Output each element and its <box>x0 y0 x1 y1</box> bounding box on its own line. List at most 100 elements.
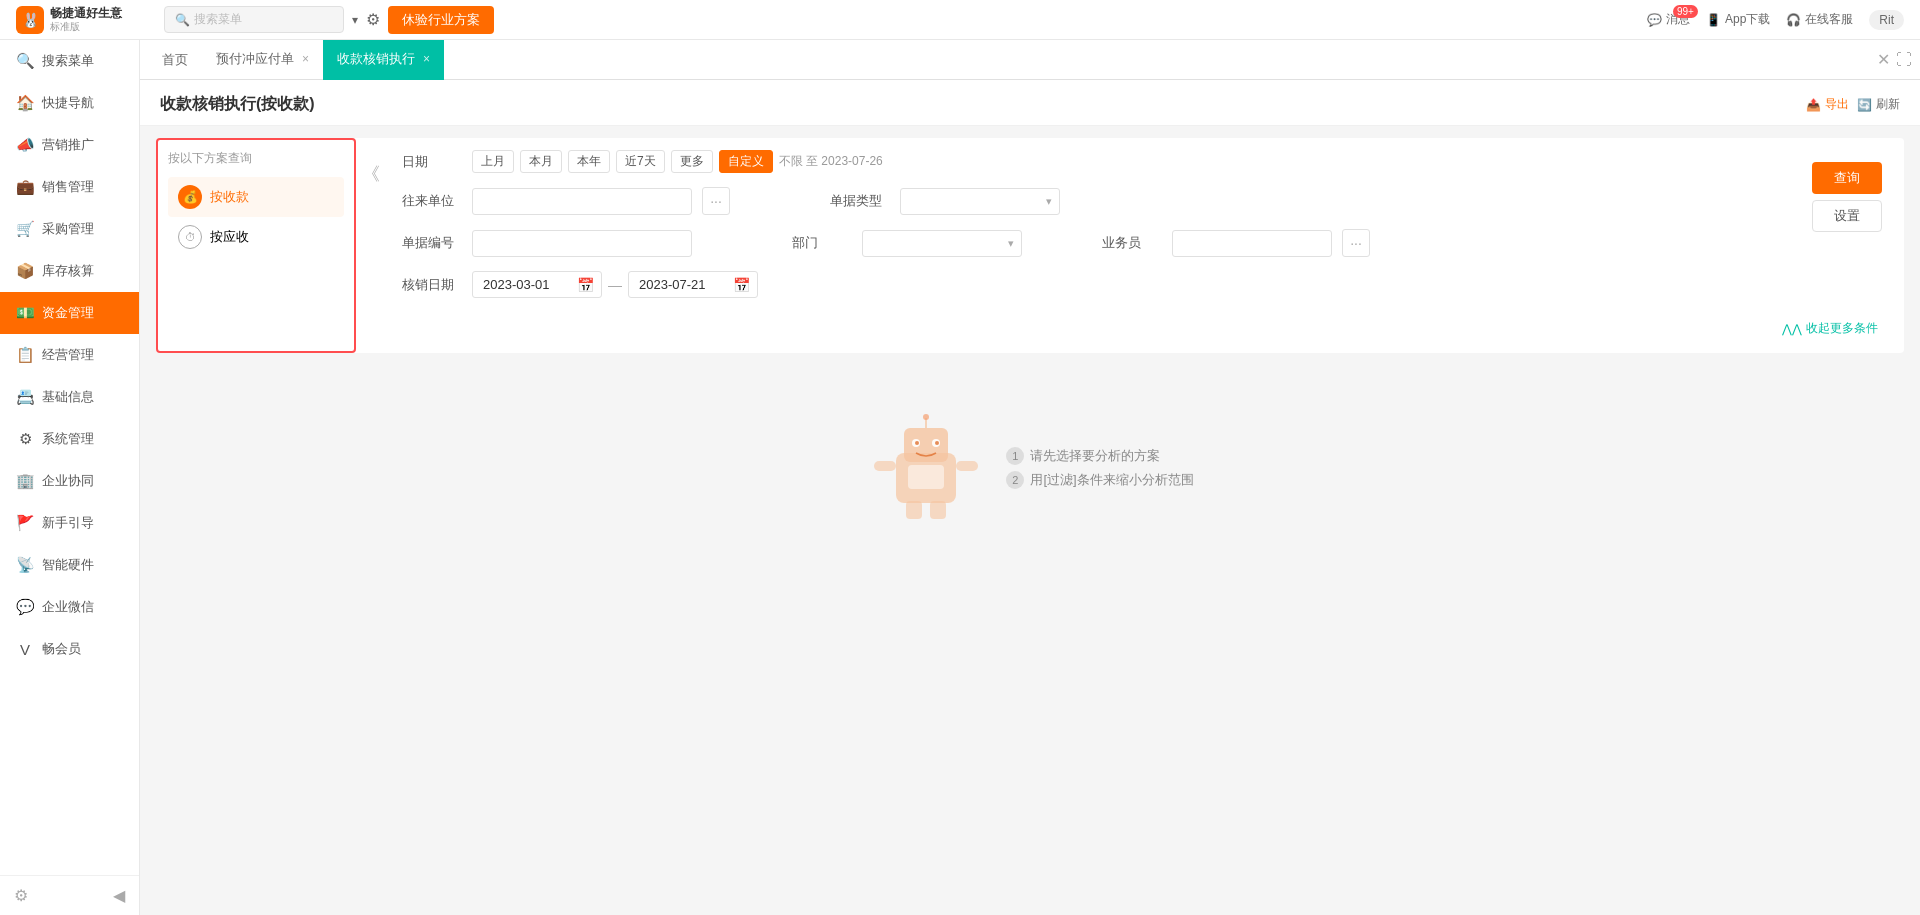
date-label: 日期 <box>402 153 462 171</box>
svg-point-7 <box>923 414 929 420</box>
tab-home[interactable]: 首页 <box>148 40 202 80</box>
app-download-link[interactable]: 📱 App下载 <box>1706 11 1770 28</box>
sidebar-item-management[interactable]: 📋 经营管理 <box>0 334 139 376</box>
sidebar-label-nav: 快捷导航 <box>42 94 94 112</box>
search-icon: 🔍 <box>16 52 34 70</box>
user-profile[interactable]: Rit <box>1869 10 1904 30</box>
sidebar-item-sales[interactable]: 💼 销售管理 <box>0 166 139 208</box>
sidebar-item-inventory[interactable]: 📦 库存核算 <box>0 250 139 292</box>
verify-date-row: 核销日期 📅 — 📅 <box>402 271 1812 298</box>
step1-text: 请先选择要分析的方案 <box>1030 447 1160 465</box>
filter-option-by-receipt[interactable]: 💰 按收款 <box>168 177 344 217</box>
form-area: 日期 上月 本月 本年 <box>386 138 1904 353</box>
verify-date-picker: 📅 — 📅 <box>472 271 758 298</box>
dept-select-wrapper <box>862 230 1022 257</box>
sidebar-item-member[interactable]: V 畅会员 <box>0 628 139 670</box>
verify-date-start-input[interactable] <box>472 271 602 298</box>
sales-icon: 💼 <box>16 178 34 196</box>
marketing-icon: 📣 <box>16 136 34 154</box>
brand-text: 畅捷通好生意 标准版 <box>50 6 122 32</box>
top-bar-right: 💬 消息 99+ 📱 App下载 🎧 在线客服 Rit <box>1647 10 1904 30</box>
date-btn-this-year[interactable]: 本年 <box>568 150 610 173</box>
sidebar-label-marketing: 营销推广 <box>42 136 94 154</box>
bill-type-select-wrapper <box>900 188 1060 215</box>
step-num-1: 1 <box>1006 447 1024 465</box>
query-button[interactable]: 查询 <box>1812 162 1882 194</box>
date-btn-this-month[interactable]: 本月 <box>520 150 562 173</box>
step-num-2: 2 <box>1006 471 1024 489</box>
empty-robot-illustration <box>866 413 986 523</box>
dept-select[interactable] <box>862 230 1022 257</box>
salesperson-dots[interactable]: ··· <box>1342 229 1370 257</box>
counterpart-dots[interactable]: ··· <box>702 187 730 215</box>
verify-date-end-input[interactable] <box>628 271 758 298</box>
sidebar-label-wechat: 企业微信 <box>42 598 94 616</box>
date-btn-last-month[interactable]: 上月 <box>472 150 514 173</box>
collapse-more-row: ⋀⋀ 收起更多条件 <box>402 316 1888 341</box>
collapse-filter-button[interactable]: 《 <box>356 154 386 194</box>
sidebar-item-nav[interactable]: 🏠 快捷导航 <box>0 82 139 124</box>
sidebar-label-system: 系统管理 <box>42 430 94 448</box>
basics-icon: 📇 <box>16 388 34 406</box>
tab-collection-close[interactable]: × <box>423 52 430 66</box>
counterpart-input[interactable] <box>472 188 692 215</box>
verify-date-label: 核销日期 <box>402 276 462 294</box>
settings-bottom-icon[interactable]: ⚙ <box>14 886 28 905</box>
filter-option-by-receivable[interactable]: ⏱ 按应收 <box>168 217 344 257</box>
sidebar-item-enterprise[interactable]: 🏢 企业协同 <box>0 460 139 502</box>
sidebar-item-system[interactable]: ⚙ 系统管理 <box>0 418 139 460</box>
svg-point-4 <box>915 441 919 445</box>
verify-date-end-wrap: 📅 <box>628 271 758 298</box>
date-btn-7days[interactable]: 近7天 <box>616 150 665 173</box>
sidebar-label-guide: 新手引导 <box>42 514 94 532</box>
top-bar-left: 🐰 畅捷通好生意 标准版 🔍 搜索菜单 ▾ ⚙ 休验行业方案 <box>16 6 1647 34</box>
sidebar-item-basics[interactable]: 📇 基础信息 <box>0 376 139 418</box>
search-panel: 按以下方案查询 💰 按收款 ⏱ 按应收 <box>156 138 1904 353</box>
collapse-sidebar-icon[interactable]: ◀ <box>113 886 125 905</box>
home-icon: 🏠 <box>16 94 34 112</box>
tab-expand-icon[interactable]: ⛶ <box>1896 51 1912 69</box>
solution-button[interactable]: 休验行业方案 <box>388 6 494 34</box>
sidebar-item-marketing[interactable]: 📣 营销推广 <box>0 124 139 166</box>
billnum-row: 单据编号 部门 业务员 <box>402 229 1812 257</box>
counterpart-row: 往来单位 ··· 单据类型 <box>402 187 1812 215</box>
sidebar-item-hardware[interactable]: 📡 智能硬件 <box>0 544 139 586</box>
verify-date-start-wrap: 📅 <box>472 271 602 298</box>
tab-collection[interactable]: 收款核销执行 × <box>323 40 444 80</box>
gear-icon[interactable]: ⚙ <box>366 10 380 29</box>
empty-step-2: 2 用[过滤]条件来缩小分析范围 <box>1006 471 1193 489</box>
sidebar-label-basics: 基础信息 <box>42 388 94 406</box>
settings-button[interactable]: 设置 <box>1812 200 1882 232</box>
collapse-more-icon: ⋀⋀ <box>1782 322 1802 336</box>
tab-prepay[interactable]: 预付冲应付单 × <box>202 40 323 80</box>
sidebar-item-finance[interactable]: 💵 资金管理 <box>0 292 139 334</box>
sidebar-item-purchase[interactable]: 🛒 采购管理 <box>0 208 139 250</box>
sidebar-item-guide[interactable]: 🚩 新手引导 <box>0 502 139 544</box>
svg-rect-12 <box>908 465 944 489</box>
svg-rect-8 <box>874 461 896 471</box>
bill-num-input[interactable] <box>472 230 692 257</box>
sidebar-item-search[interactable]: 🔍 搜索菜单 <box>0 40 139 82</box>
tab-close-all-icon[interactable]: ✕ <box>1877 50 1890 69</box>
svg-rect-10 <box>906 501 922 519</box>
collapse-more-button[interactable]: ⋀⋀ 收起更多条件 <box>1772 316 1888 341</box>
tab-prepay-close[interactable]: × <box>302 52 309 66</box>
salesperson-input[interactable] <box>1172 230 1332 257</box>
refresh-button[interactable]: 🔄 刷新 <box>1857 96 1900 113</box>
dropdown-toggle[interactable]: ▾ <box>352 13 358 27</box>
top-bar-search[interactable]: 🔍 搜索菜单 <box>164 6 344 33</box>
tab-actions: ✕ ⛶ <box>1877 50 1912 69</box>
empty-step-1: 1 请先选择要分析的方案 <box>1006 447 1193 465</box>
date-btn-more[interactable]: 更多 <box>671 150 713 173</box>
filter-title: 按以下方案查询 <box>168 150 344 167</box>
export-button[interactable]: 📤 导出 <box>1806 96 1849 113</box>
svg-rect-11 <box>930 501 946 519</box>
date-separator: — <box>608 277 622 293</box>
sidebar-item-wechat[interactable]: 💬 企业微信 <box>0 586 139 628</box>
bill-type-select[interactable] <box>900 188 1060 215</box>
message-button[interactable]: 💬 消息 99+ <box>1647 11 1690 28</box>
date-filter-group: 上月 本月 本年 近7天 <box>472 150 883 173</box>
tab-bar: 首页 预付冲应付单 × 收款核销执行 × ✕ ⛶ <box>140 40 1920 80</box>
date-btn-custom[interactable]: 自定义 <box>719 150 773 173</box>
online-service-link[interactable]: 🎧 在线客服 <box>1786 11 1853 28</box>
